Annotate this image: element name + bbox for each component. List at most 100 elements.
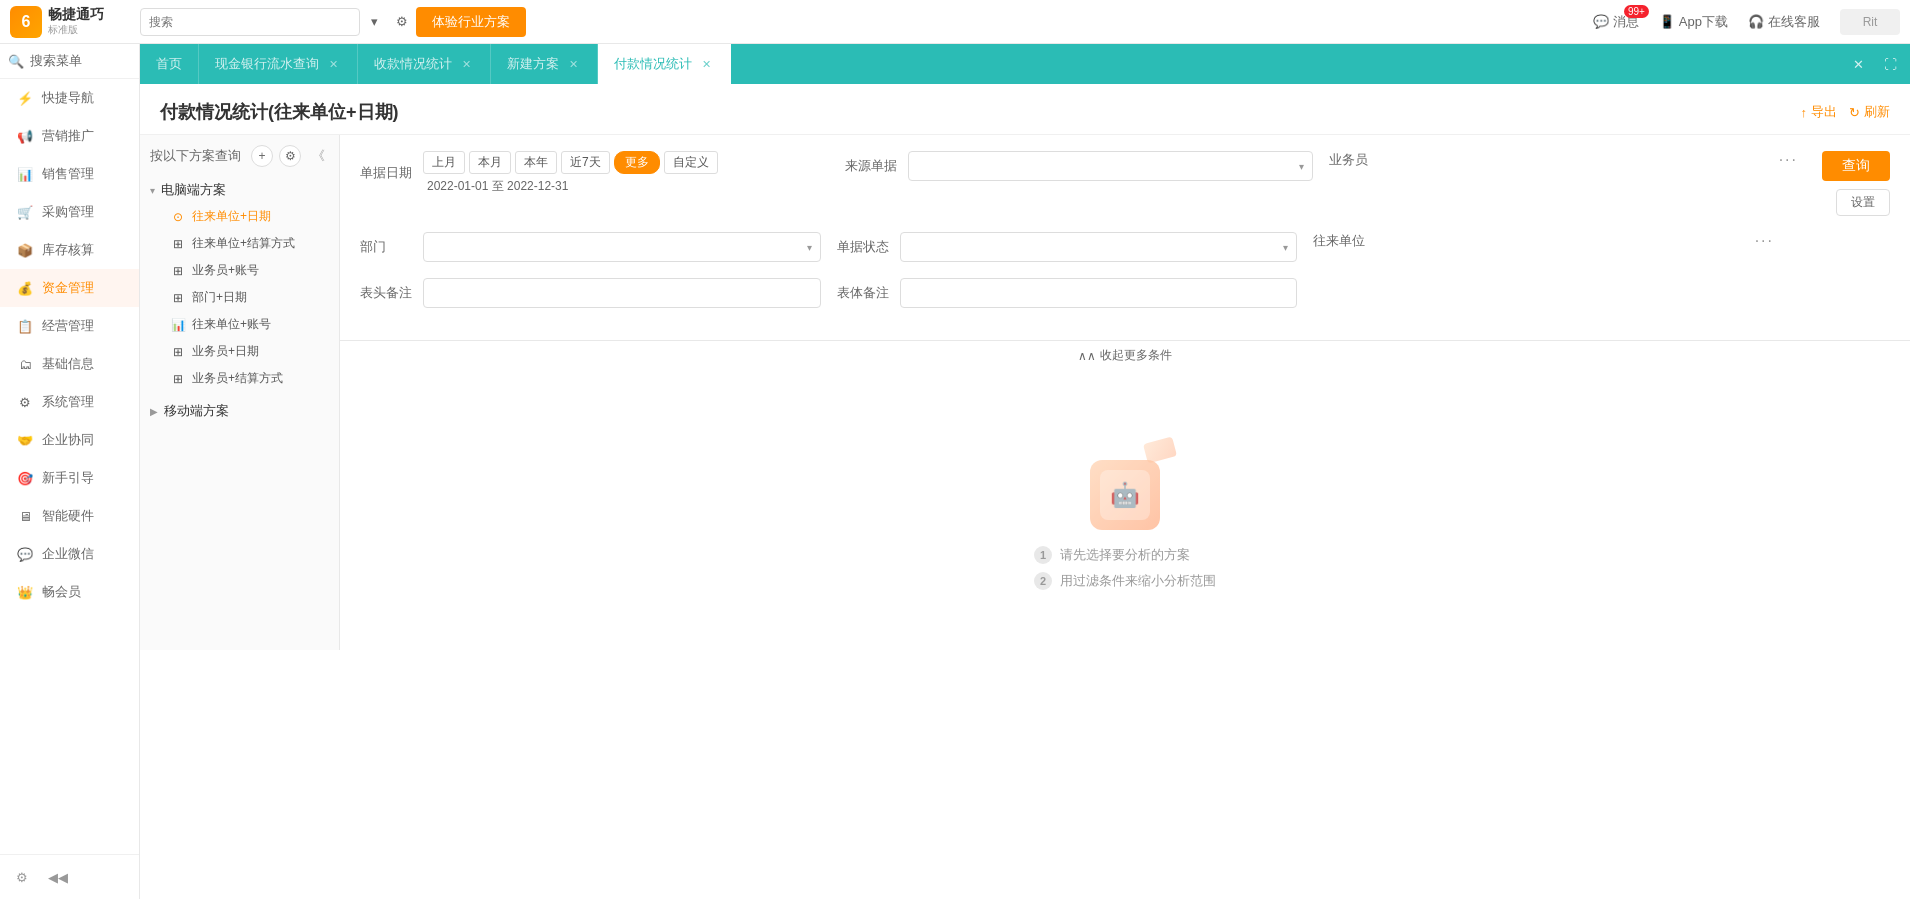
trial-button[interactable]: 体验行业方案 [416,7,526,37]
salesman-dots[interactable]: ··· [1779,151,1798,169]
desktop-group-header[interactable]: ▾ 电脑端方案 [150,177,329,203]
desktop-group-arrow: ▾ [150,185,155,196]
page-content: 付款情况统计(往来单位+日期) ↑ 导出 ↻ 刷新 [140,84,1910,899]
sidebar-item-marketing[interactable]: 📢营销推广 [0,117,139,155]
filter-query-actions: 查询 设置 [1822,151,1890,216]
app-download-label: App下载 [1679,13,1728,31]
messages-action[interactable]: 💬 消息 99+ [1593,13,1639,31]
close-tab-btn[interactable]: ✕ [1846,52,1870,76]
sidebar-item-smart-hw[interactable]: 🖥智能硬件 [0,497,139,535]
sidebar-item-guide[interactable]: 🎯新手引导 [0,459,139,497]
download-icon: 📱 [1659,14,1675,29]
scheme-item-salesman-date[interactable]: ⊞业务员+日期 [150,338,329,365]
collapse-more-btn[interactable]: ∧∧ 收起更多条件 [340,340,1910,370]
sidebar-item-member[interactable]: 👑畅会员 [0,573,139,611]
online-service-action[interactable]: 🎧 在线客服 [1748,13,1820,31]
dept-select[interactable]: ▾ [423,232,821,262]
source-select[interactable]: ▾ [908,151,1314,181]
app-name: 畅捷通巧 [48,6,104,23]
mobile-group-header[interactable]: ▶ 移动端方案 [150,398,329,424]
logo-text-area: 畅捷通巧 标准版 [48,6,104,37]
filter-settings-btn[interactable]: 设置 [1836,189,1890,216]
sidebar-search[interactable]: 🔍 搜索菜单 [0,44,139,79]
sidebar-item-wechat[interactable]: 💬企业微信 [0,535,139,573]
search-input[interactable] [140,8,360,36]
top-bar-right: 💬 消息 99+ 📱 App下载 🎧 在线客服 Rit [1593,9,1900,35]
tab-items: 首页现金银行流水查询✕收款情况统计✕新建方案✕付款情况统计✕ [140,44,1838,84]
tab-label-receivables: 收款情况统计 [374,55,452,73]
partner-dots[interactable]: ··· [1755,232,1774,250]
expand-btn[interactable]: ⛶ [1878,52,1902,76]
filter-right: 单据日期 上月 本月 本年 近7天 更多 自定义 [340,135,1910,650]
scheme-item-salesman-account[interactable]: ⊞ 业务员+账号 [150,257,329,284]
dropdown-icon[interactable]: ▾ [360,8,388,36]
page-header-actions: ↑ 导出 ↻ 刷新 [1801,103,1891,121]
tab-receivables[interactable]: 收款情况统计 ✕ [358,44,491,84]
body-note-input[interactable] [900,278,1298,308]
scheme-settings-btn[interactable]: ⚙ [279,145,301,167]
doc-status-select[interactable]: ▾ [900,232,1298,262]
scheme-label-salesman-account: 业务员+账号 [192,262,259,279]
scheme-icon-unit-date: ⊙ [170,209,186,225]
sidebar-item-purchase[interactable]: 🛒采购管理 [0,193,139,231]
tab-close-receivables[interactable]: ✕ [458,56,474,72]
scheme-item-dept-date[interactable]: ⊞部门+日期 [150,284,329,311]
tab-close-cash-flow[interactable]: ✕ [325,56,341,72]
date-btn-this-month[interactable]: 本月 [469,151,511,174]
export-icon: ↑ [1801,105,1808,120]
sidebar: 🔍 搜索菜单 ⚡快捷导航📢营销推广📊销售管理🛒采购管理📦库存核算💰资金管理📋经营… [0,44,140,899]
tab-payment-stats[interactable]: 付款情况统计✕ [598,44,731,84]
user-avatar[interactable]: Rit [1840,9,1900,35]
source-field: 来源单据 ▾ [845,151,1314,181]
query-btn[interactable]: 查询 [1822,151,1890,181]
scheme-label-unit-account: 往来单位+账号 [192,316,271,333]
source-label: 来源单据 [845,157,900,175]
sidebar-icon-wechat: 💬 [16,545,34,563]
sidebar-label-guide: 新手引导 [42,469,94,487]
date-btn-more[interactable]: 更多 [614,151,660,174]
scheme-collapse-btn[interactable]: 《 [307,145,329,167]
filter-row-2: 部门 ▾ 单据状态 [360,232,1890,262]
header-note-input[interactable] [423,278,821,308]
sidebar-item-enterprise[interactable]: 🤝企业协同 [0,421,139,459]
messages-badge: 99+ [1624,5,1649,18]
app-container: 6 畅捷通巧 标准版 ▾ ⚙ 体验行业方案 💬 消息 99+ 📱 App下载 🎧… [0,0,1910,899]
tab-home[interactable]: 首页 [140,44,199,84]
scheme-item-salesman-settlement[interactable]: ⊞业务员+结算方式 [150,365,329,392]
tab-close-payment-stats[interactable]: ✕ [698,56,714,72]
sidebar-icon-quick-nav: ⚡ [16,89,34,107]
salesman-label: 业务员 [1329,151,1384,169]
app-download-action[interactable]: 📱 App下载 [1659,13,1728,31]
partner-label: 往来单位 [1313,232,1368,250]
scheme-item-unit-settlement[interactable]: ⊞往来单位+结算方式 [150,230,329,257]
tip-num-1: 1 [1034,546,1052,564]
mobile-group-arrow: ▶ [150,406,158,417]
sidebar-item-basic-info[interactable]: 🗂基础信息 [0,345,139,383]
page-title: 付款情况统计(往来单位+日期) [160,100,399,124]
date-btn-this-year[interactable]: 本年 [515,151,557,174]
scheme-icon-salesman-account: ⊞ [170,263,186,279]
date-btn-last-month[interactable]: 上月 [423,151,465,174]
sidebar-item-system[interactable]: ⚙系统管理 [0,383,139,421]
source-select-arrow: ▾ [1299,161,1304,172]
date-btn-custom[interactable]: 自定义 [664,151,718,174]
scheme-item-unit-date[interactable]: ⊙往来单位+日期 [150,203,329,230]
refresh-btn[interactable]: ↻ 刷新 [1849,103,1890,121]
scheme-item-unit-account[interactable]: 📊往来单位+账号 [150,311,329,338]
sidebar-item-operations[interactable]: 📋经营管理 [0,307,139,345]
date-btn-7days[interactable]: 近7天 [561,151,610,174]
sidebar-collapse-btn[interactable]: ◀◀ [44,863,72,891]
tab-cash-flow[interactable]: 现金银行流水查询✕ [199,44,358,84]
sidebar-item-sales[interactable]: 📊销售管理 [0,155,139,193]
sidebar-item-quick-nav[interactable]: ⚡快捷导航 [0,79,139,117]
sidebar-settings-btn[interactable]: ⚙ [8,863,36,891]
tab-new-scheme[interactable]: 新建方案✕ [491,44,598,84]
date-range-display: 2022-01-01 至 2022-12-31 [427,178,718,195]
scheme-add-btn[interactable]: + [251,145,273,167]
gear-icon[interactable]: ⚙ [388,8,416,36]
sidebar-item-fund[interactable]: 💰资金管理 [0,269,139,307]
scheme-panel-title: 按以下方案查询 [150,147,241,165]
tab-close-new-scheme[interactable]: ✕ [565,56,581,72]
sidebar-item-inventory[interactable]: 📦库存核算 [0,231,139,269]
export-btn[interactable]: ↑ 导出 [1801,103,1838,121]
